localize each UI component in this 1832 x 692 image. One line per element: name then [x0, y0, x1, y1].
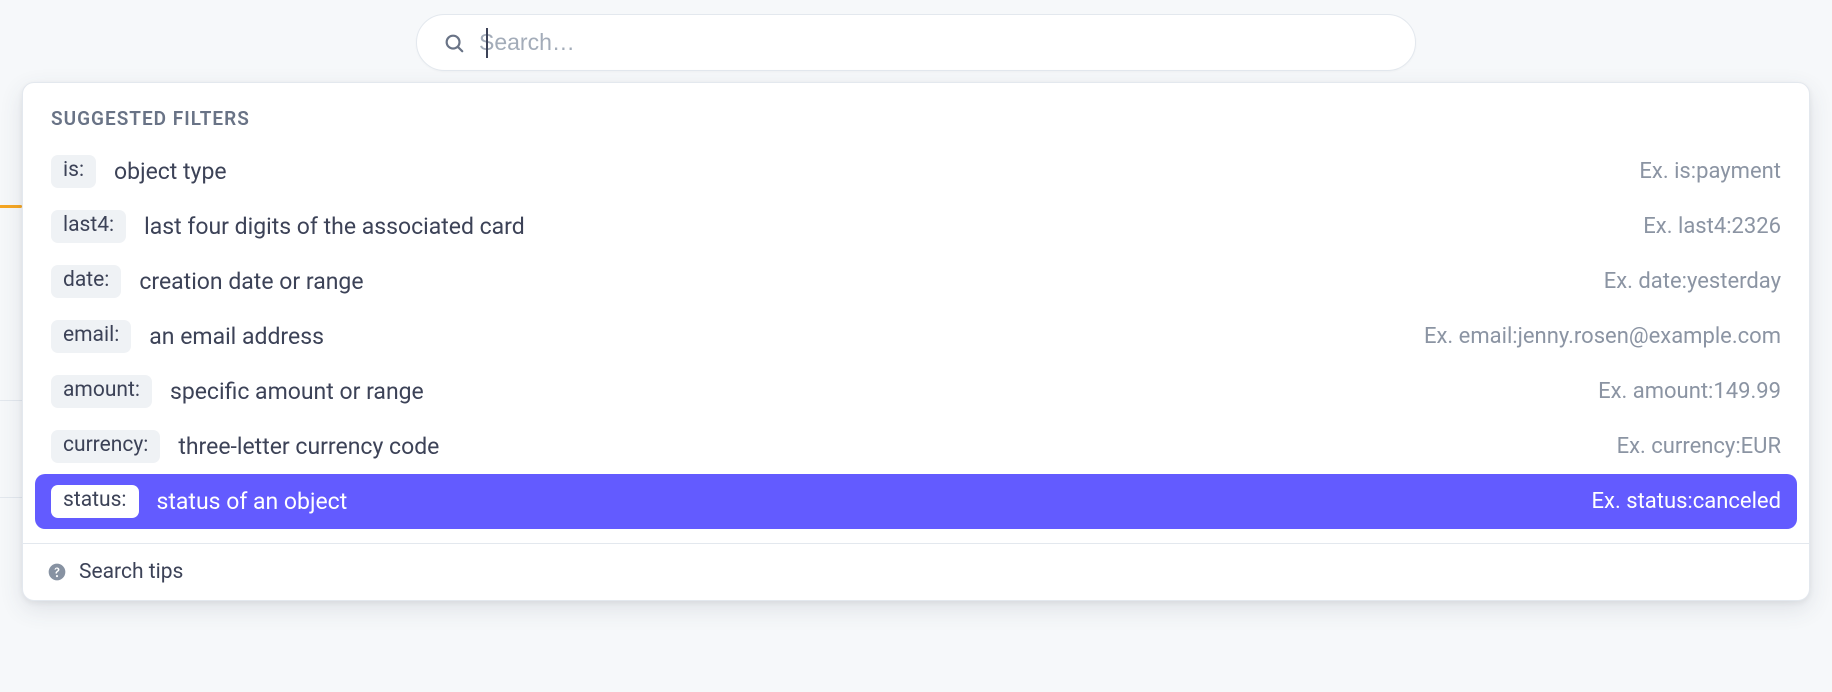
help-icon: [47, 562, 67, 582]
filter-key: is:: [51, 155, 96, 188]
filter-description: three-letter currency code: [178, 433, 1598, 460]
search-field[interactable]: [416, 14, 1416, 71]
filter-example: Ex. date:yesterday: [1604, 269, 1781, 294]
filter-description: creation date or range: [139, 268, 1585, 295]
suggested-filters-heading: SUGGESTED FILTERS: [23, 83, 1809, 140]
filter-example: Ex. email:jenny.rosen@example.com: [1424, 324, 1781, 349]
filter-row-is[interactable]: is: object type Ex. is:payment: [35, 144, 1797, 199]
filter-row-amount[interactable]: amount: specific amount or range Ex. amoun…: [35, 364, 1797, 419]
filter-list: is: object type Ex. is:payment last4: last f…: [23, 140, 1809, 543]
filter-key: amount:: [51, 375, 152, 408]
filter-example: Ex. last4:2326: [1643, 214, 1781, 239]
filter-row-date[interactable]: date: creation date or range Ex. date:yest…: [35, 254, 1797, 309]
filter-row-currency[interactable]: currency: three-letter currency code Ex. c…: [35, 419, 1797, 474]
panel-footer: Search tips: [23, 543, 1809, 600]
filter-key: date:: [51, 265, 121, 298]
filter-key: last4:: [51, 210, 126, 243]
search-tips-link[interactable]: Search tips: [79, 560, 183, 584]
search-suggestions-panel: SUGGESTED FILTERS is: object type Ex. is:p…: [22, 82, 1810, 601]
filter-description: specific amount or range: [170, 378, 1580, 405]
filter-key: status:: [51, 485, 139, 518]
filter-description: an email address: [149, 323, 1406, 350]
filter-description: last four digits of the associated card: [144, 213, 1625, 240]
filter-description: status of an object: [157, 488, 1574, 515]
filter-row-last4[interactable]: last4: last four digits of the associated…: [35, 199, 1797, 254]
filter-key: email:: [51, 320, 131, 353]
filter-example: Ex. currency:EUR: [1617, 434, 1781, 459]
search-icon: [443, 32, 465, 54]
filter-example: Ex. amount:149.99: [1598, 379, 1781, 404]
search-input[interactable]: [479, 29, 1389, 56]
filter-description: object type: [114, 158, 1621, 185]
filter-key: currency:: [51, 430, 160, 463]
filter-example: Ex. is:payment: [1639, 159, 1781, 184]
filter-example: Ex. status:canceled: [1592, 489, 1781, 514]
text-cursor: [486, 28, 488, 58]
filter-row-email[interactable]: email: an email address Ex. email:jenny.ro…: [35, 309, 1797, 364]
filter-row-status[interactable]: status: status of an object Ex. status:can…: [35, 474, 1797, 529]
